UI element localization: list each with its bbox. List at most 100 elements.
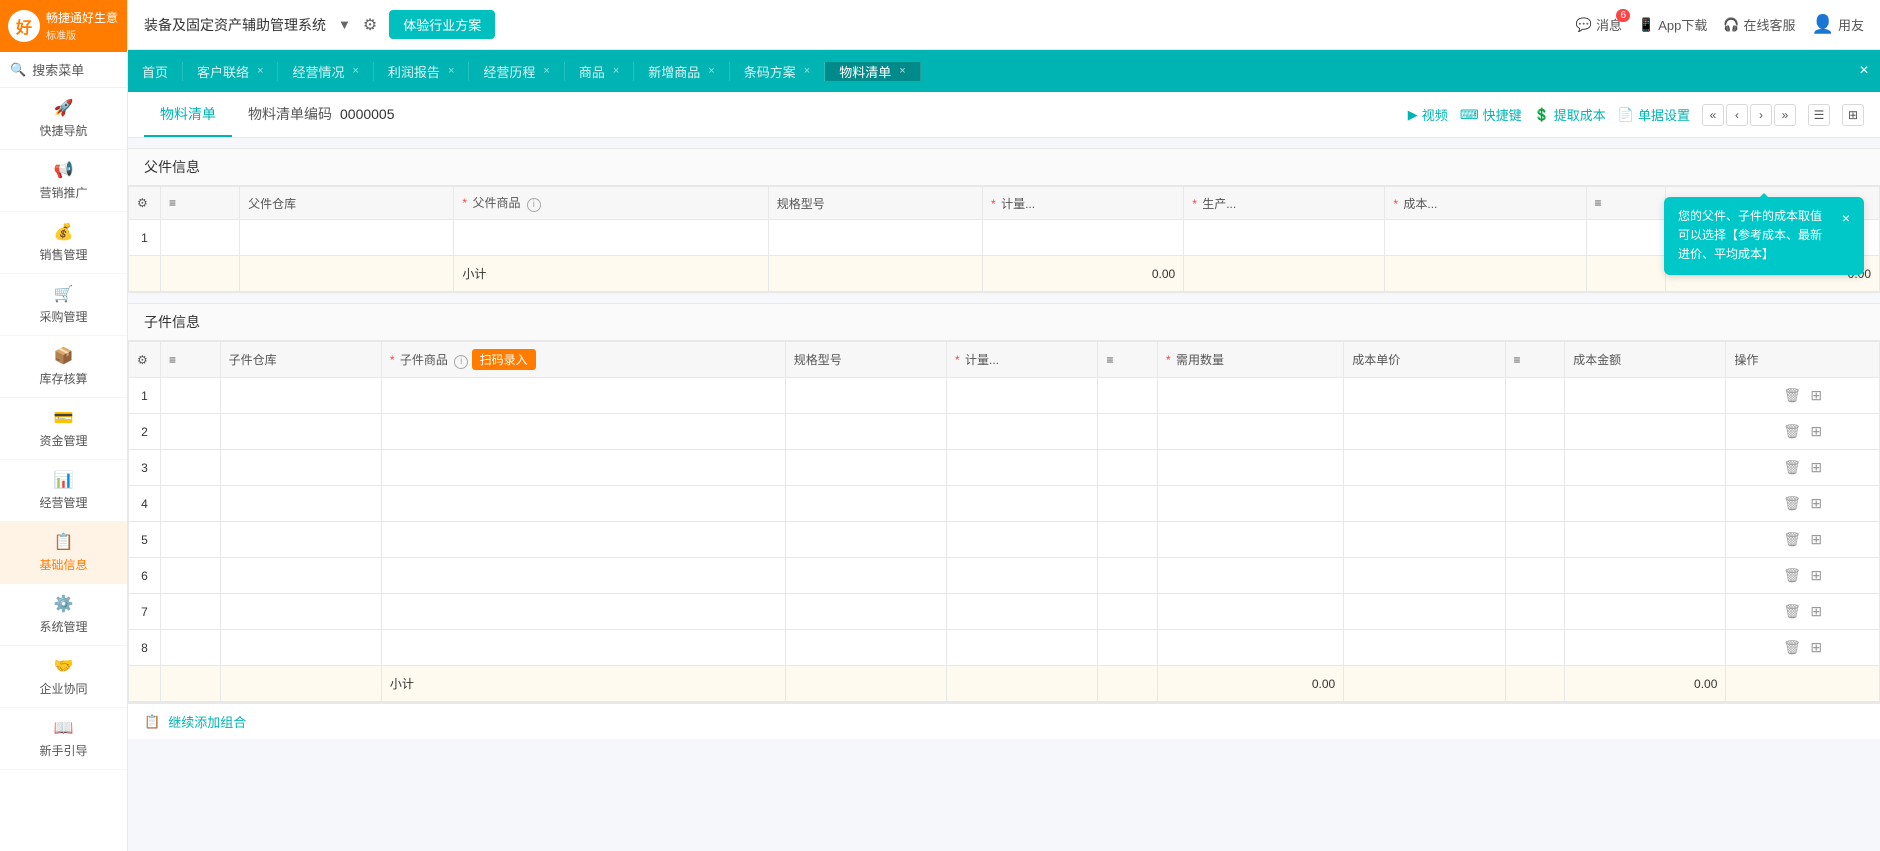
tab-ops-history-close[interactable]: × bbox=[543, 65, 549, 77]
sidebar-item-enterprise[interactable]: 🤝 企业协同 bbox=[0, 646, 127, 708]
copy-row-icon[interactable]: ⊞ bbox=[1810, 603, 1822, 619]
child-row-warehouse[interactable] bbox=[220, 558, 381, 594]
child-row-unit-price[interactable] bbox=[1344, 558, 1505, 594]
sub-tab-bom[interactable]: 物料清单 bbox=[144, 92, 232, 137]
sidebar-item-quick-nav[interactable]: 🚀 快捷导航 bbox=[0, 88, 127, 150]
tab-barcode[interactable]: 条码方案 × bbox=[730, 62, 825, 81]
sidebar-search[interactable]: 🔍 搜索菜单 bbox=[0, 52, 127, 88]
settings-action[interactable]: 📄 单据设置 bbox=[1618, 105, 1690, 124]
cost-action[interactable]: 💲 提取成本 bbox=[1534, 105, 1606, 124]
delete-row-icon[interactable]: 🗑 bbox=[1783, 495, 1801, 511]
tab-customer-close[interactable]: × bbox=[257, 65, 263, 77]
child-row-unit[interactable] bbox=[947, 414, 1098, 450]
child-row-warehouse[interactable] bbox=[220, 414, 381, 450]
tab-add-goods-close[interactable]: × bbox=[708, 65, 714, 77]
child-row-spec[interactable] bbox=[785, 630, 946, 666]
copy-row-icon[interactable]: ⊞ bbox=[1810, 423, 1822, 439]
child-row-quantity[interactable] bbox=[1158, 594, 1344, 630]
child-row-spec[interactable] bbox=[785, 486, 946, 522]
tab-goods[interactable]: 商品 × bbox=[565, 62, 634, 81]
child-row-goods[interactable] bbox=[381, 450, 785, 486]
child-row-unit[interactable] bbox=[947, 450, 1098, 486]
sidebar-item-system[interactable]: ⚙️ 系统管理 bbox=[0, 584, 127, 646]
nav-prev-btn[interactable]: ‹ bbox=[1726, 104, 1748, 126]
close-all-tabs-btn[interactable]: × bbox=[1848, 50, 1880, 92]
child-row-spec[interactable] bbox=[785, 594, 946, 630]
sidebar-item-purchase[interactable]: 🛒 采购管理 bbox=[0, 274, 127, 336]
child-row-quantity[interactable] bbox=[1158, 450, 1344, 486]
add-combo-label[interactable]: 继续添加组合 bbox=[168, 712, 246, 731]
app-download-btn[interactable]: 📱 App下载 bbox=[1638, 15, 1707, 34]
child-row-unit[interactable] bbox=[947, 486, 1098, 522]
sidebar-item-finance[interactable]: 💳 资金管理 bbox=[0, 398, 127, 460]
child-row-unit-price[interactable] bbox=[1344, 594, 1505, 630]
child-row-goods[interactable] bbox=[381, 414, 785, 450]
tab-barcode-close[interactable]: × bbox=[804, 65, 810, 77]
tab-bom[interactable]: 物料清单 × bbox=[825, 62, 920, 81]
tab-bom-close[interactable]: × bbox=[899, 65, 905, 77]
copy-row-icon[interactable]: ⊞ bbox=[1810, 639, 1822, 655]
tab-ops-history[interactable]: 经营历程 × bbox=[469, 62, 564, 81]
nav-menu-btn[interactable]: ☰ bbox=[1808, 104, 1830, 126]
child-row-warehouse[interactable] bbox=[220, 630, 381, 666]
child-row-unit-price[interactable] bbox=[1344, 378, 1505, 414]
tab-customer[interactable]: 客户联络 × bbox=[183, 62, 278, 81]
child-row-quantity[interactable] bbox=[1158, 486, 1344, 522]
tab-home[interactable]: 首页 bbox=[128, 62, 183, 81]
child-row-unit-price[interactable] bbox=[1344, 522, 1505, 558]
child-row-unit[interactable] bbox=[947, 630, 1098, 666]
tab-profit-close[interactable]: × bbox=[448, 65, 454, 77]
copy-row-icon[interactable]: ⊞ bbox=[1810, 531, 1822, 547]
child-row-warehouse[interactable] bbox=[220, 378, 381, 414]
child-row-unit[interactable] bbox=[947, 378, 1098, 414]
delete-row-icon[interactable]: 🗑 bbox=[1783, 459, 1801, 475]
sidebar-item-basic-info[interactable]: 📋 基础信息 bbox=[0, 522, 127, 584]
nav-last-btn[interactable]: » bbox=[1774, 104, 1796, 126]
child-row-spec[interactable] bbox=[785, 450, 946, 486]
sidebar-item-marketing[interactable]: 📢 营销推广 bbox=[0, 150, 127, 212]
child-row-warehouse[interactable] bbox=[220, 594, 381, 630]
child-row-unit[interactable] bbox=[947, 558, 1098, 594]
copy-row-icon[interactable]: ⊞ bbox=[1810, 567, 1822, 583]
shortcut-action[interactable]: ⌨ 快捷键 bbox=[1460, 105, 1522, 124]
child-row-warehouse[interactable] bbox=[220, 522, 381, 558]
child-row-goods[interactable] bbox=[381, 378, 785, 414]
tab-add-goods[interactable]: 新增商品 × bbox=[634, 62, 729, 81]
view-action[interactable]: ▶ 视频 bbox=[1408, 105, 1448, 124]
child-row-goods[interactable] bbox=[381, 594, 785, 630]
nav-expand-btn[interactable]: ⊞ bbox=[1842, 104, 1864, 126]
tab-ops-status[interactable]: 经营情况 × bbox=[278, 62, 373, 81]
scan-btn[interactable]: 扫码录入 bbox=[472, 349, 536, 370]
child-row-spec[interactable] bbox=[785, 558, 946, 594]
nav-first-btn[interactable]: « bbox=[1702, 104, 1724, 126]
child-row-spec[interactable] bbox=[785, 378, 946, 414]
child-row-quantity[interactable] bbox=[1158, 630, 1344, 666]
parent-row-production[interactable] bbox=[1184, 220, 1385, 256]
tab-ops-close[interactable]: × bbox=[352, 65, 358, 77]
parent-row-warehouse[interactable] bbox=[240, 220, 454, 256]
parent-col-gear[interactable]: ⚙ bbox=[129, 187, 161, 220]
sidebar-item-sales[interactable]: 💰 销售管理 bbox=[0, 212, 127, 274]
tab-goods-close[interactable]: × bbox=[613, 65, 619, 77]
child-row-goods[interactable] bbox=[381, 558, 785, 594]
child-row-goods[interactable] bbox=[381, 486, 785, 522]
delete-row-icon[interactable]: 🗑 bbox=[1783, 567, 1801, 583]
tooltip-close-btn[interactable]: × bbox=[1842, 207, 1850, 229]
parent-row-unit[interactable] bbox=[983, 220, 1184, 256]
nav-next-btn[interactable]: › bbox=[1750, 104, 1772, 126]
child-row-unit-price[interactable] bbox=[1344, 630, 1505, 666]
child-row-unit[interactable] bbox=[947, 594, 1098, 630]
sidebar-item-guide[interactable]: 📖 新手引导 bbox=[0, 708, 127, 770]
child-row-unit-price[interactable] bbox=[1344, 414, 1505, 450]
child-col-gear[interactable]: ⚙ bbox=[129, 342, 161, 378]
settings-icon[interactable]: ⚙ bbox=[363, 15, 377, 35]
delete-row-icon[interactable]: 🗑 bbox=[1783, 639, 1801, 655]
child-row-quantity[interactable] bbox=[1158, 522, 1344, 558]
child-goods-info-icon[interactable]: i bbox=[454, 355, 468, 369]
child-row-spec[interactable] bbox=[785, 522, 946, 558]
parent-goods-info-icon[interactable]: i bbox=[527, 198, 541, 212]
copy-row-icon[interactable]: ⊞ bbox=[1810, 459, 1822, 475]
child-row-goods[interactable] bbox=[381, 522, 785, 558]
message-btn[interactable]: 💬 消息 6 bbox=[1576, 15, 1622, 34]
sidebar-item-inventory[interactable]: 📦 库存核算 bbox=[0, 336, 127, 398]
